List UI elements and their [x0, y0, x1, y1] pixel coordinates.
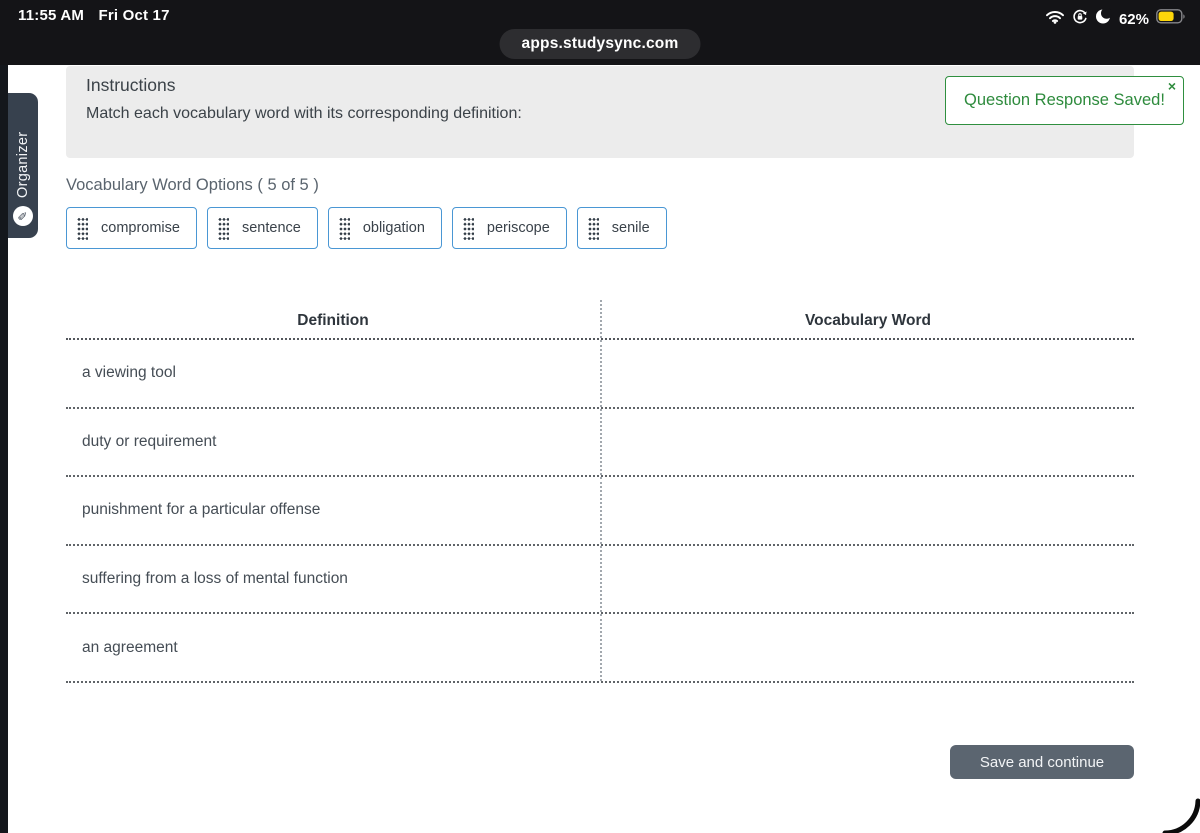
word-options-row: compromise sentence obligation periscope…	[66, 207, 667, 249]
save-and-continue-button[interactable]: Save and continue	[950, 745, 1134, 779]
drag-handle-icon	[77, 216, 88, 240]
table-row: punishment for a particular offense	[66, 477, 1134, 546]
date-label: Fri Oct 17	[98, 7, 170, 24]
drag-handle-icon	[462, 216, 474, 240]
word-chip-compromise[interactable]: compromise	[66, 207, 197, 249]
orientation-lock-icon	[1072, 9, 1088, 30]
wifi-icon	[1045, 9, 1065, 29]
table-header-row: Definition Vocabulary Word	[66, 300, 1134, 340]
match-table: Definition Vocabulary Word a viewing too…	[66, 300, 1134, 683]
definition-cell: punishment for a particular offense	[82, 501, 321, 519]
organizer-tab-label: Organizer	[15, 131, 31, 198]
status-icons: 62%	[1045, 7, 1186, 30]
clock: 11:55 AM Fri Oct 17	[18, 7, 170, 24]
definition-cell: duty or requirement	[82, 432, 217, 450]
word-chip-label: sentence	[241, 220, 301, 236]
drag-handle-icon	[587, 216, 599, 240]
table-row: a viewing tool	[66, 340, 1134, 409]
battery-percent-label: 62%	[1118, 10, 1149, 28]
table-row: an agreement	[66, 614, 1134, 683]
word-drop-zone[interactable]	[600, 545, 1134, 613]
organizer-tab[interactable]: ✎ Organizer	[8, 93, 38, 238]
word-chip-label: senile	[611, 220, 650, 236]
word-chip-label: periscope	[486, 220, 550, 236]
drag-handle-icon	[217, 216, 229, 240]
toast-close-icon[interactable]: ×	[1168, 78, 1176, 94]
word-drop-zone[interactable]	[600, 614, 1134, 681]
word-chip-obligation[interactable]: obligation	[327, 207, 442, 249]
toast-message: Question Response Saved!	[964, 91, 1165, 109]
pen-stroke-mark	[1162, 798, 1200, 833]
word-drop-zone[interactable]	[600, 477, 1134, 544]
page: 11:55 AM Fri Oct 17 apps.studysync.com 6…	[0, 0, 1200, 833]
word-chip-sentence[interactable]: sentence	[206, 207, 318, 249]
address-bar[interactable]: apps.studysync.com	[499, 29, 701, 59]
pencil-circle-icon: ✎	[13, 206, 33, 226]
word-chip-label: obligation	[362, 220, 425, 236]
word-chip-label: compromise	[101, 220, 180, 236]
left-edge-strip	[0, 65, 8, 833]
table-row: suffering from a loss of mental function	[66, 545, 1134, 615]
definition-cell: an agreement	[82, 638, 178, 656]
drag-handle-icon	[338, 216, 350, 240]
word-chip-periscope[interactable]: periscope	[451, 207, 567, 249]
battery-icon	[1156, 9, 1186, 29]
focus-moon-icon	[1095, 7, 1113, 30]
status-bar: 11:55 AM Fri Oct 17 apps.studysync.com 6…	[0, 0, 1200, 65]
options-label: Vocabulary Word Options ( 5 of 5 )	[66, 176, 319, 194]
definition-column-header: Definition	[297, 312, 369, 329]
response-saved-toast: Question Response Saved! ×	[945, 76, 1184, 125]
definition-cell: suffering from a loss of mental function	[82, 570, 348, 588]
word-drop-zone[interactable]	[600, 408, 1134, 476]
definition-cell: a viewing tool	[82, 364, 176, 382]
time-label: 11:55 AM	[18, 7, 85, 24]
word-drop-zone[interactable]	[600, 340, 1134, 407]
vocabulary-word-column-header: Vocabulary Word	[600, 300, 1134, 338]
word-chip-senile[interactable]: senile	[576, 207, 667, 249]
table-row: duty or requirement	[66, 408, 1134, 478]
